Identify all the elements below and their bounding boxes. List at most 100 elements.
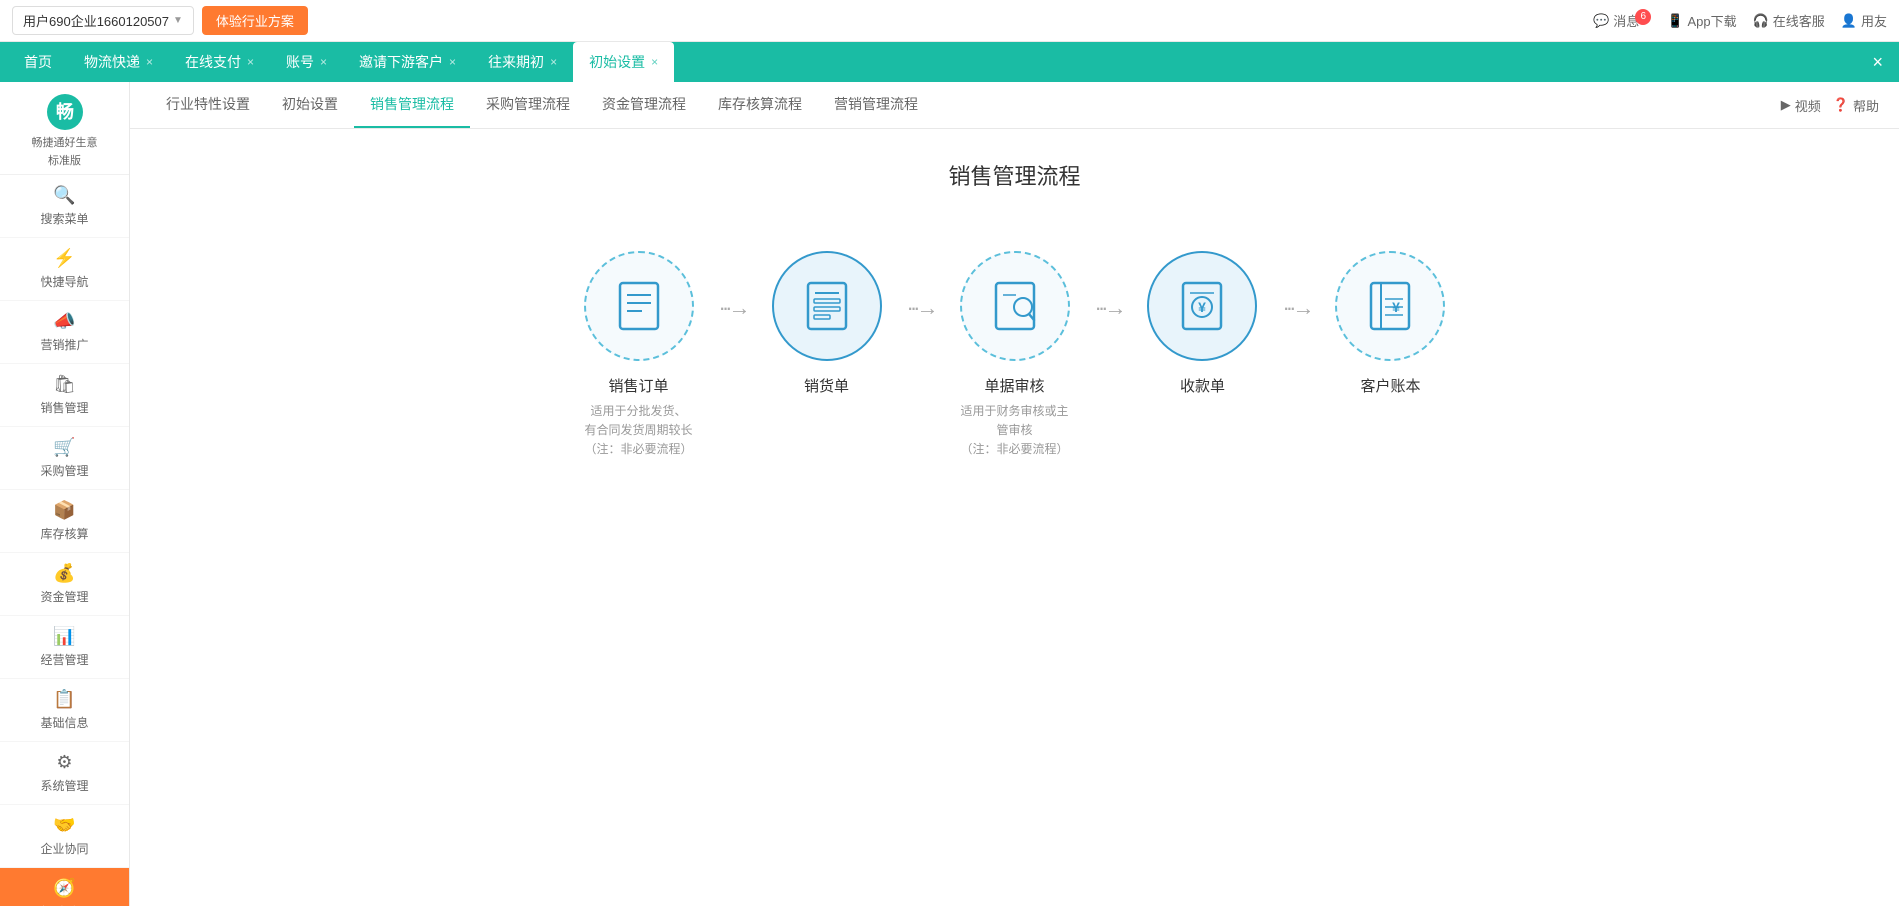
sidebar-item-purchase[interactable]: 🛒 采购管理 <box>0 427 129 490</box>
chart-icon: 📊 <box>53 626 75 647</box>
subtab-purchase-flow[interactable]: 采购管理流程 <box>470 82 586 128</box>
sidebar-item-search[interactable]: 🔍 搜索菜单 <box>0 175 129 238</box>
subtab-purchase-flow-label: 采购管理流程 <box>486 96 570 112</box>
clipboard-icon: 📋 <box>53 689 75 710</box>
subtab-marketing-flow-label: 营销管理流程 <box>834 96 918 112</box>
service-button[interactable]: 🎧 在线客服 <box>1753 11 1825 30</box>
flow-label-sales-order: 销售订单 <box>609 375 669 396</box>
subtab-industry-label: 行业特性设置 <box>166 96 250 112</box>
flow-item-audit: 单据审核 适用于财务审核或主管审核（注：非必要流程） <box>935 251 1095 460</box>
tab-payment[interactable]: 在线支付 × <box>169 42 270 82</box>
help-button[interactable]: ❓ 帮助 <box>1833 96 1879 115</box>
trial-button[interactable]: 体验行业方案 <box>202 6 308 35</box>
close-icon[interactable]: × <box>320 55 327 69</box>
top-bar: 用户690企业1660120507 ▼ 体验行业方案 💬 消息 6 📱 App下… <box>0 0 1899 42</box>
logo-title: 畅捷通好生意 <box>32 134 98 150</box>
close-all-button[interactable]: × <box>1864 52 1891 73</box>
app-download-button[interactable]: 📱 App下载 <box>1667 11 1736 30</box>
audit-icon <box>988 279 1042 333</box>
search-icon: 🔍 <box>53 185 75 206</box>
subtab-industry[interactable]: 行业特性设置 <box>150 82 266 128</box>
message-button[interactable]: 💬 消息 6 <box>1593 11 1651 30</box>
sidebar-finance-label: 资金管理 <box>40 588 88 605</box>
sidebar-item-marketing[interactable]: 📣 营销推广 <box>0 301 129 364</box>
close-icon[interactable]: × <box>651 55 658 69</box>
flow-diagram: 销售订单 适用于分批发货、有合同发货周期较长（注：非必要流程） ···→ <box>170 251 1859 460</box>
video-button[interactable]: ▶ 视频 <box>1781 96 1821 115</box>
message-icon: 💬 <box>1593 13 1609 29</box>
flow-circle-account: ¥ <box>1335 251 1445 361</box>
close-icon[interactable]: × <box>550 55 557 69</box>
close-icon[interactable]: × <box>146 55 153 69</box>
tab-init-label: 初始设置 <box>589 52 645 72</box>
tab-logistics-label: 物流快递 <box>84 52 140 72</box>
sidebar-item-quick[interactable]: ⚡ 快捷导航 <box>0 238 129 301</box>
user-avatar[interactable]: 👤 用友 <box>1841 11 1887 30</box>
cart-icon: 🛍 <box>53 374 76 395</box>
sidebar-operations-label: 经营管理 <box>40 651 88 668</box>
sidebar: 畅 畅捷通好生意 标准版 🔍 搜索菜单 ⚡ 快捷导航 📣 营销推广 🛍 销售管理… <box>0 82 130 906</box>
subtab-init[interactable]: 初始设置 <box>266 82 354 128</box>
tab-invite-label: 邀请下游客户 <box>359 52 443 72</box>
tab-period[interactable]: 往来期初 × <box>472 42 573 82</box>
subtab-sales-flow[interactable]: 销售管理流程 <box>354 82 470 128</box>
flow-circle-receipt: ¥ <box>1147 251 1257 361</box>
user-label: 用户690企业1660120507 <box>23 11 169 30</box>
subtab-finance-flow[interactable]: 资金管理流程 <box>586 82 702 128</box>
app-label: App下载 <box>1687 11 1736 30</box>
sidebar-inventory-label: 库存核算 <box>40 525 88 542</box>
user-selector[interactable]: 用户690企业1660120507 ▼ <box>12 6 194 35</box>
video-label: 视频 <box>1795 96 1821 115</box>
subtab-inventory-flow-label: 库存核算流程 <box>718 96 802 112</box>
subtab-marketing-flow[interactable]: 营销管理流程 <box>818 82 934 128</box>
receipt-icon: ¥ <box>1175 279 1229 333</box>
sidebar-item-inventory[interactable]: 📦 库存核算 <box>0 490 129 553</box>
sidebar-item-newbie[interactable]: 🧭 新手引导 <box>0 868 129 906</box>
flow-label-audit: 单据审核 <box>984 375 1044 396</box>
gear-icon: ⚙ <box>56 752 72 773</box>
subtab-inventory-flow[interactable]: 库存核算流程 <box>702 82 818 128</box>
main-content: 行业特性设置 初始设置 销售管理流程 采购管理流程 资金管理流程 库存核算流程 … <box>130 82 1899 906</box>
sales-order-icon <box>612 279 666 333</box>
close-icon[interactable]: × <box>449 55 456 69</box>
page-title: 销售管理流程 <box>170 159 1859 191</box>
sidebar-item-finance[interactable]: 💰 资金管理 <box>0 553 129 616</box>
tab-home[interactable]: 首页 <box>8 42 68 82</box>
flow-arrow-4: ···→ <box>1282 251 1310 321</box>
tab-account[interactable]: 账号 × <box>270 42 343 82</box>
money-icon: 💰 <box>53 563 75 584</box>
sidebar-item-collab[interactable]: 🤝 企业协同 <box>0 805 129 868</box>
sidebar-item-sales[interactable]: 🛍 销售管理 <box>0 364 129 427</box>
flow-label-sales-delivery: 销货单 <box>804 375 849 396</box>
video-icon: ▶ <box>1781 97 1791 113</box>
sidebar-item-basic[interactable]: 📋 基础信息 <box>0 679 129 742</box>
sidebar-item-system[interactable]: ⚙ 系统管理 <box>0 742 129 805</box>
sidebar-item-operations[interactable]: 📊 经营管理 <box>0 616 129 679</box>
lightning-icon: ⚡ <box>53 248 75 269</box>
subtab-finance-flow-label: 资金管理流程 <box>602 96 686 112</box>
account-book-icon: ¥ <box>1363 279 1417 333</box>
flow-arrow-1: ···→ <box>719 251 747 321</box>
main-layout: 畅 畅捷通好生意 标准版 🔍 搜索菜单 ⚡ 快捷导航 📣 营销推广 🛍 销售管理… <box>0 82 1899 906</box>
purchase-icon: 🛒 <box>53 437 75 458</box>
logo-subtitle: 标准版 <box>48 152 81 168</box>
top-bar-right: 💬 消息 6 📱 App下载 🎧 在线客服 👤 用友 <box>1593 11 1887 30</box>
flow-label-receipt: 收款单 <box>1180 375 1225 396</box>
flow-circle-sales-order <box>584 251 694 361</box>
tab-logistics[interactable]: 物流快递 × <box>68 42 169 82</box>
flow-item-sales-order: 销售订单 适用于分批发货、有合同发货周期较长（注：非必要流程） <box>559 251 719 460</box>
sidebar-system-label: 系统管理 <box>40 777 88 794</box>
flow-desc-sales-order: 适用于分批发货、有合同发货周期较长（注：非必要流程） <box>585 402 693 460</box>
tab-account-label: 账号 <box>286 52 314 72</box>
sidebar-logo: 畅 畅捷通好生意 标准版 <box>0 82 129 175</box>
flow-desc-audit: 适用于财务审核或主管审核（注：非必要流程） <box>960 402 1068 460</box>
svg-text:畅: 畅 <box>56 101 74 122</box>
logo-icon: 畅 <box>45 92 85 132</box>
sidebar-collab-label: 企业协同 <box>40 840 88 857</box>
tab-invite[interactable]: 邀请下游客户 × <box>343 42 472 82</box>
flow-arrow-2: ···→ <box>907 251 935 321</box>
tab-init[interactable]: 初始设置 × <box>573 42 674 82</box>
close-icon[interactable]: × <box>247 55 254 69</box>
flow-arrow-3: ···→ <box>1095 251 1123 321</box>
service-label: 在线客服 <box>1773 11 1825 30</box>
